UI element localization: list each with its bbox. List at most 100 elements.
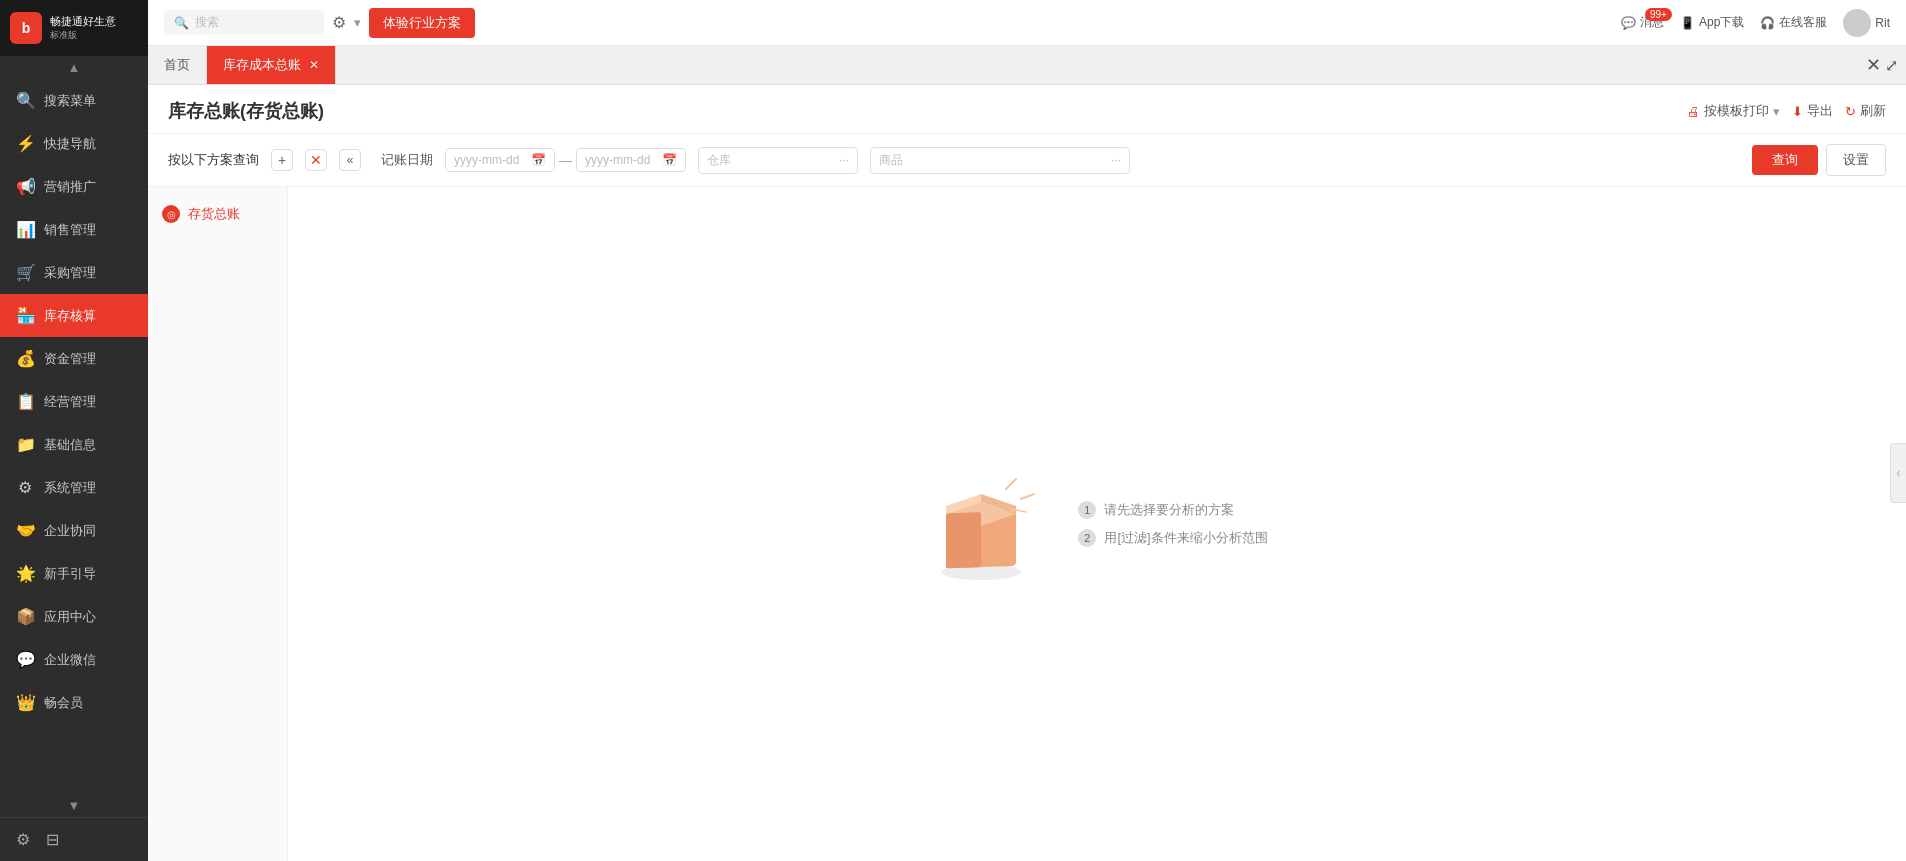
sidebar-scroll-up[interactable]: ▲ <box>0 56 148 79</box>
scheme-panel: ◎ 存货总账 <box>148 187 288 861</box>
search-box[interactable]: 🔍 搜索 <box>164 10 324 35</box>
sidebar-nav: 🔍 搜索菜单 ⚡ 快捷导航 📢 营销推广 📊 销售管理 🛒 采购管理 🏪 库存核… <box>0 79 148 794</box>
filter-collapse-btn[interactable]: « <box>339 149 361 171</box>
sidebar-item-label: 企业协同 <box>44 522 96 540</box>
export-label: 导出 <box>1807 102 1833 120</box>
collapse-icon[interactable]: ⊟ <box>46 830 59 849</box>
content-body: ◎ 存货总账 <box>148 187 1906 861</box>
warehouse-select[interactable]: 仓库 ··· <box>698 147 858 174</box>
date-end-placeholder: yyyy-mm-dd <box>585 153 650 167</box>
sidebar: b 畅捷通好生意 标准版 ▲ 🔍 搜索菜单 ⚡ 快捷导航 📢 营销推广 📊 销售… <box>0 0 148 861</box>
system-icon: ⚙ <box>16 478 34 497</box>
filter-bar: 按以下方案查询 + ✕ « 记账日期 yyyy-mm-dd 📅 — yyyy-m… <box>148 134 1906 187</box>
search-placeholder: 搜索 <box>195 14 219 31</box>
export-icon: ⬇ <box>1792 104 1803 119</box>
warehouse-more-icon[interactable]: ··· <box>839 153 849 167</box>
empty-state: 1 请先选择要分析的方案 2 用[过滤]条件来缩小分析范围 <box>288 187 1906 861</box>
product-more-icon[interactable]: ··· <box>1111 153 1121 167</box>
page-title: 库存总账(存货总账) <box>168 99 324 123</box>
filter-add-btn[interactable]: + <box>271 149 293 171</box>
empty-tips: 1 请先选择要分析的方案 2 用[过滤]条件来缩小分析范围 <box>1078 501 1267 547</box>
print-icon: 🖨 <box>1687 104 1700 119</box>
online-service-btn[interactable]: 🎧 在线客服 <box>1760 14 1827 31</box>
member-icon: 👑 <box>16 693 34 712</box>
sidebar-scroll-down[interactable]: ▼ <box>0 794 148 817</box>
refresh-btn[interactable]: ↻ 刷新 <box>1845 102 1886 120</box>
sidebar-item-label: 经营管理 <box>44 393 96 411</box>
purchase-icon: 🛒 <box>16 263 34 282</box>
dropdown-arrow-icon[interactable]: ▾ <box>354 15 361 30</box>
gear-icon[interactable]: ⚙ <box>332 13 346 32</box>
tip-text-1: 请先选择要分析的方案 <box>1104 501 1234 519</box>
product-select[interactable]: 商品 ··· <box>870 147 1130 174</box>
sidebar-item-label: 采购管理 <box>44 264 96 282</box>
sidebar-item-purchase[interactable]: 🛒 采购管理 <box>0 251 148 294</box>
inventory-icon: 🏪 <box>16 306 34 325</box>
calendar-start-icon[interactable]: 📅 <box>531 153 546 167</box>
export-btn[interactable]: ⬇ 导出 <box>1792 102 1833 120</box>
tabs-bar: 首页 库存成本总账 ✕ ✕ ⤢ <box>148 46 1906 85</box>
sidebar-item-shortcut[interactable]: ⚡ 快捷导航 <box>0 122 148 165</box>
sidebar-item-label: 库存核算 <box>44 307 96 325</box>
sidebar-item-basic[interactable]: 📁 基础信息 <box>0 423 148 466</box>
tab-inventory-ledger-label: 库存成本总账 <box>223 56 301 74</box>
settings-icon[interactable]: ⚙ <box>16 830 30 849</box>
messages-badge: 99+ <box>1645 8 1672 21</box>
enterprise-icon: 🤝 <box>16 521 34 540</box>
calendar-end-icon[interactable]: 📅 <box>662 153 677 167</box>
operation-icon: 📋 <box>16 392 34 411</box>
print-template-btn[interactable]: 🖨 按模板打印 ▾ <box>1687 102 1780 120</box>
date-start-field[interactable]: yyyy-mm-dd 📅 <box>445 148 555 172</box>
empty-svg <box>926 464 1046 584</box>
sidebar-item-finance[interactable]: 💰 资金管理 <box>0 337 148 380</box>
tab-close-icon[interactable]: ✕ <box>309 58 319 72</box>
messages-btn[interactable]: 💬 消息 99+ <box>1621 14 1664 31</box>
date-label: 记账日期 <box>381 151 433 169</box>
tab-expand-icon[interactable]: ⤢ <box>1885 56 1898 75</box>
settings-btn[interactable]: 设置 <box>1826 144 1886 176</box>
sidebar-item-marketing[interactable]: 📢 营销推广 <box>0 165 148 208</box>
empty-tip-1: 1 请先选择要分析的方案 <box>1078 501 1267 519</box>
sidebar-item-label: 营销推广 <box>44 178 96 196</box>
sidebar-item-label: 搜索菜单 <box>44 92 96 110</box>
svg-line-7 <box>1021 494 1034 499</box>
sidebar-item-member[interactable]: 👑 畅会员 <box>0 681 148 724</box>
industry-btn[interactable]: 体验行业方案 <box>369 8 475 38</box>
wechat-icon: 💬 <box>16 650 34 669</box>
sidebar-item-operation[interactable]: 📋 经营管理 <box>0 380 148 423</box>
user-menu[interactable]: Rit <box>1843 9 1890 37</box>
scheme-item-inventory[interactable]: ◎ 存货总账 <box>148 197 287 231</box>
app-logo: b 畅捷通好生意 标准版 <box>0 0 148 56</box>
date-end-field[interactable]: yyyy-mm-dd 📅 <box>576 148 686 172</box>
sidebar-item-system[interactable]: ⚙ 系统管理 <box>0 466 148 509</box>
sidebar-item-sales[interactable]: 📊 销售管理 <box>0 208 148 251</box>
query-btn[interactable]: 查询 <box>1752 145 1818 175</box>
tip-text-2: 用[过滤]条件来缩小分析范围 <box>1104 529 1267 547</box>
date-range-input: yyyy-mm-dd 📅 — yyyy-mm-dd 📅 <box>445 148 686 172</box>
sidebar-item-newbie[interactable]: 🌟 新手引导 <box>0 552 148 595</box>
app-edition: 标准版 <box>50 29 116 42</box>
finance-icon: 💰 <box>16 349 34 368</box>
sidebar-item-label: 应用中心 <box>44 608 96 626</box>
app-download-btn[interactable]: 📱 App下载 <box>1680 14 1744 31</box>
print-template-label: 按模板打印 <box>1704 102 1769 120</box>
main-area: 🔍 搜索 ⚙ ▾ 体验行业方案 💬 消息 99+ 📱 App下载 🎧 在线客服 <box>148 0 1906 861</box>
scheme-item-icon: ◎ <box>162 205 180 223</box>
tab-home[interactable]: 首页 <box>148 46 207 84</box>
tab-inventory-ledger[interactable]: 库存成本总账 ✕ <box>207 46 336 84</box>
sidebar-item-inventory[interactable]: 🏪 库存核算 <box>0 294 148 337</box>
topbar-right: 💬 消息 99+ 📱 App下载 🎧 在线客服 Rit <box>1621 9 1890 37</box>
sidebar-item-enterprise[interactable]: 🤝 企业协同 <box>0 509 148 552</box>
right-panel-toggle[interactable]: ‹ <box>1890 443 1906 503</box>
sidebar-item-apps[interactable]: 📦 应用中心 <box>0 595 148 638</box>
apps-icon: 📦 <box>16 607 34 626</box>
sidebar-item-label: 销售管理 <box>44 221 96 239</box>
sidebar-item-label: 快捷导航 <box>44 135 96 153</box>
sidebar-item-wechat[interactable]: 💬 企业微信 <box>0 638 148 681</box>
sidebar-item-label: 基础信息 <box>44 436 96 454</box>
topbar-left: 🔍 搜索 ⚙ ▾ 体验行业方案 <box>164 8 1609 38</box>
sidebar-item-search[interactable]: 🔍 搜索菜单 <box>0 79 148 122</box>
tab-home-label: 首页 <box>164 56 190 74</box>
tab-panel-close-icon[interactable]: ✕ <box>1866 54 1881 76</box>
filter-clear-btn[interactable]: ✕ <box>305 149 327 171</box>
